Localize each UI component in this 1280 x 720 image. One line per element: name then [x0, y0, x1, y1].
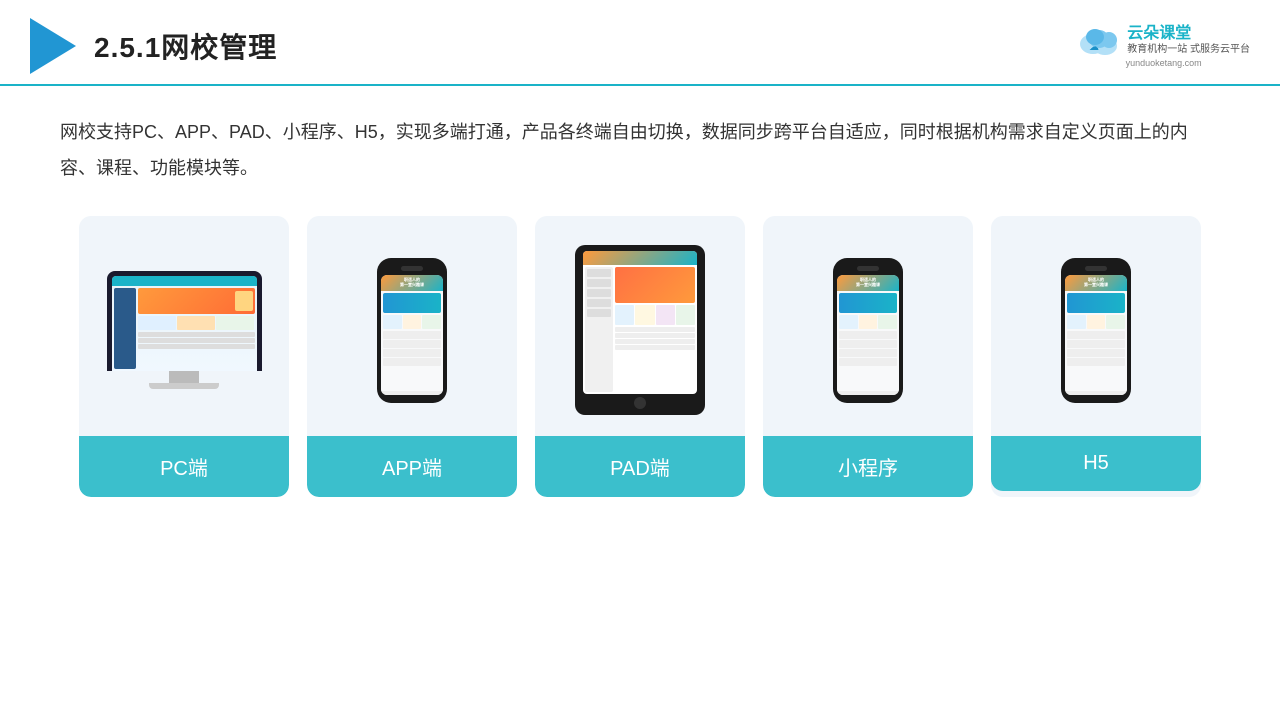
h5-card: 职适人的第一堂兴趣课	[991, 216, 1201, 497]
miniprogram-card: 职适人的第一堂兴趣课	[763, 216, 973, 497]
miniprogram-phone-mockup: 职适人的第一堂兴趣课	[833, 258, 903, 403]
description-text: 网校支持PC、APP、PAD、小程序、H5，实现多端打通，产品各终端自由切换，数…	[60, 114, 1220, 186]
main-content: 网校支持PC、APP、PAD、小程序、H5，实现多端打通，产品各终端自由切换，数…	[0, 86, 1280, 517]
miniprogram-image-area: 职适人的第一堂兴趣课	[763, 216, 973, 436]
pc-mockup	[107, 271, 262, 389]
pc-card: PC端	[79, 216, 289, 497]
pad-tablet-mockup	[575, 245, 705, 415]
miniprogram-label: 小程序	[763, 436, 973, 497]
brand-name: 云朵课堂	[1127, 24, 1250, 43]
app-phone-mockup: 职适人的第一堂兴趣课	[377, 258, 447, 403]
pc-screen-outer	[107, 271, 262, 371]
brand-logo: ☁ 云朵课堂 教育机构一站 式服务云平台	[1077, 24, 1250, 56]
brand-text-block: 云朵课堂 教育机构一站 式服务云平台	[1127, 24, 1250, 55]
h5-label: H5	[991, 436, 1201, 491]
pc-image-area	[79, 216, 289, 436]
pc-screen-inner	[112, 276, 257, 371]
app-card: 职适人的第一堂兴趣课	[307, 216, 517, 497]
logo-triangle-icon	[30, 18, 76, 74]
pad-card: PAD端	[535, 216, 745, 497]
h5-image-area: 职适人的第一堂兴趣课	[991, 216, 1201, 436]
brand-url: yunduoketang.com	[1126, 58, 1202, 68]
header-right: ☁ 云朵课堂 教育机构一站 式服务云平台 yunduoketang.com	[1077, 24, 1250, 68]
pad-image-area	[535, 216, 745, 436]
app-label: APP端	[307, 436, 517, 497]
h5-phone-mockup: 职适人的第一堂兴趣课	[1061, 258, 1131, 403]
app-image-area: 职适人的第一堂兴趣课	[307, 216, 517, 436]
header: 2.5.1网校管理 ☁ 云朵课堂 教育机构一站 式服务云平台 yunduo	[0, 0, 1280, 86]
pad-label: PAD端	[535, 436, 745, 497]
svg-text:☁: ☁	[1089, 42, 1099, 53]
cards-row: PC端 职适人的第一堂兴趣课	[60, 216, 1220, 497]
page-title: 2.5.1网校管理	[94, 26, 277, 66]
header-left: 2.5.1网校管理	[30, 18, 277, 74]
pc-label: PC端	[79, 436, 289, 497]
cloud-icon: ☁	[1077, 24, 1121, 56]
brand-slogan: 教育机构一站 式服务云平台	[1127, 44, 1250, 56]
